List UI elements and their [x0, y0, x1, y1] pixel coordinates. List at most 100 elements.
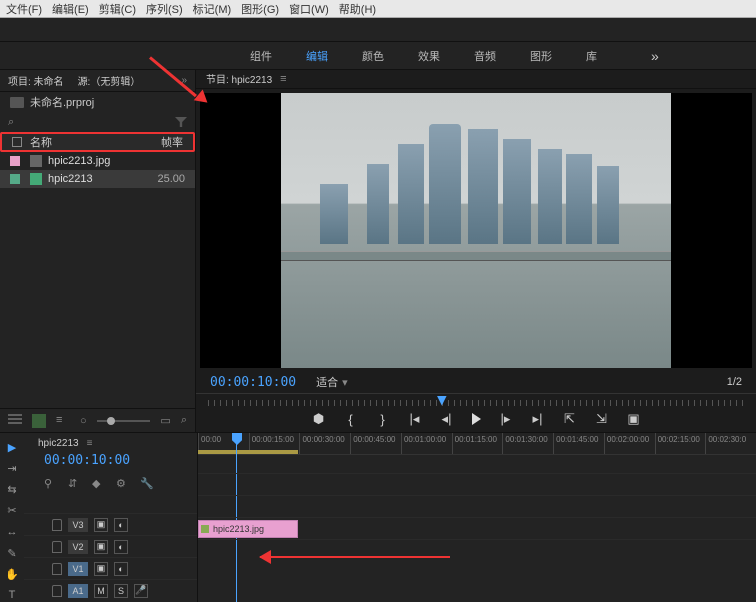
menu-clip[interactable]: 剪辑(C) [99, 1, 136, 17]
toggle-sync-icon[interactable]: ◐ [114, 562, 128, 576]
track-label[interactable]: V1 [68, 562, 88, 576]
timeline-tab[interactable]: hpic2213 [38, 438, 79, 449]
toggle-output-icon[interactable]: ▣ [94, 562, 108, 576]
go-to-out-icon[interactable]: ▸| [531, 412, 545, 426]
workspace-audio[interactable]: 音频 [474, 48, 496, 64]
resolution-dropdown[interactable]: 1/2 [727, 376, 742, 388]
in-point-icon[interactable]: { [344, 412, 358, 426]
voice-over-icon[interactable]: 🎤 [134, 584, 148, 598]
extract-icon[interactable]: ⇲ [595, 412, 609, 426]
settings-icon[interactable]: ⚙ [116, 477, 130, 491]
linked-selection-icon[interactable]: ⇵ [68, 477, 82, 491]
export-frame-icon[interactable]: ▣ [627, 412, 641, 426]
track-lane-a1[interactable] [198, 539, 756, 561]
icon-view-icon[interactable] [32, 414, 46, 428]
slip-tool-icon[interactable]: ↔ [4, 526, 20, 539]
search-icon[interactable]: ⌕ [181, 414, 187, 427]
new-bin-icon[interactable]: ▭ [160, 414, 170, 427]
lock-icon[interactable] [52, 541, 62, 553]
track-header-v2[interactable]: V2 ▣ ◐ [24, 535, 197, 557]
lock-icon[interactable] [52, 519, 62, 531]
track-lane-v1[interactable]: hpic2213.jpg [198, 517, 756, 539]
menu-marker[interactable]: 标记(M) [193, 1, 232, 17]
play-button[interactable] [472, 413, 481, 425]
mute-button[interactable]: M [94, 584, 108, 598]
checkbox[interactable] [12, 137, 22, 147]
workspace-more-icon[interactable]: » [651, 49, 659, 63]
menu-graphic[interactable]: 图形(G) [241, 1, 279, 17]
marker-icon[interactable]: ⬢ [312, 412, 326, 426]
ripple-tool-icon[interactable]: ⇆ [4, 483, 20, 496]
lock-icon[interactable] [52, 585, 62, 597]
wrench-icon[interactable]: 🔧 [140, 477, 154, 491]
monitor-viewport[interactable] [200, 93, 752, 368]
workspace-color[interactable]: 颜色 [362, 48, 384, 64]
menu-window[interactable]: 窗口(W) [289, 1, 329, 17]
project-footer: ≡ ○ ▭ ⌕ [0, 408, 195, 432]
freeform-view-icon[interactable]: ≡ [56, 414, 70, 428]
search-icon: ⌕ [8, 116, 14, 129]
zoom-out-icon[interactable]: ○ [80, 415, 87, 427]
track-header-a1[interactable]: A1 M S 🎤 [24, 579, 197, 601]
track-label[interactable]: V3 [68, 518, 88, 532]
toggle-sync-icon[interactable]: ◐ [114, 518, 128, 532]
workspace-effects[interactable]: 效果 [418, 48, 440, 64]
program-timecode[interactable]: 00:00:10:00 [210, 375, 296, 390]
menu-edit[interactable]: 编辑(E) [52, 1, 89, 17]
toggle-output-icon[interactable]: ▣ [94, 518, 108, 532]
workspace-library[interactable]: 库 [586, 48, 597, 64]
list-view-icon[interactable] [8, 414, 22, 428]
toggle-sync-icon[interactable]: ◐ [114, 540, 128, 554]
timeline-tracks[interactable]: 00:0000:00:15:00 00:00:30:0000:00:45:00 … [198, 433, 756, 602]
thumbnail-slider[interactable] [97, 420, 151, 422]
marker-icon[interactable]: ◆ [92, 477, 106, 491]
snap-icon[interactable]: ⚲ [44, 477, 58, 491]
track-lane-v2[interactable] [198, 495, 756, 517]
tab-program[interactable]: 节目: hpic2213 [206, 71, 272, 86]
filter-icon[interactable] [175, 117, 187, 127]
timeline-ruler[interactable]: 00:0000:00:15:00 00:00:30:0000:00:45:00 … [198, 433, 756, 455]
track-select-tool-icon[interactable]: ⇥ [4, 462, 20, 475]
menu-help[interactable]: 帮助(H) [339, 1, 376, 17]
razor-tool-icon[interactable]: ✂ [4, 504, 20, 517]
type-tool-icon[interactable]: T [4, 589, 20, 602]
toolbar [0, 18, 756, 42]
track-header-v3[interactable]: V3 ▣ ◐ [24, 513, 197, 535]
workspace-editing[interactable]: 编辑 [306, 48, 328, 64]
panel-more-icon[interactable]: » [181, 75, 187, 86]
lift-icon[interactable]: ⇱ [563, 412, 577, 426]
menu-sequence[interactable]: 序列(S) [146, 1, 183, 17]
panel-menu-icon[interactable]: ≡ [87, 438, 93, 449]
workspace-tabs: 组件 编辑 颜色 效果 音频 图形 库 » [0, 42, 756, 70]
track-label[interactable]: V2 [68, 540, 88, 554]
workspace-graphics[interactable]: 图形 [530, 48, 552, 64]
out-point-icon[interactable]: } [376, 412, 390, 426]
step-forward-icon[interactable]: |▸ [499, 412, 513, 426]
bin-item[interactable]: hpic2213.jpg [0, 152, 195, 170]
menu-file[interactable]: 文件(F) [6, 1, 42, 17]
tab-source[interactable]: 源:（无剪辑） [78, 73, 141, 88]
track-header-v1[interactable]: V1 ▣ ◐ [24, 557, 197, 579]
clip[interactable]: hpic2213.jpg [198, 520, 298, 538]
selection-tool-icon[interactable]: ▶ [4, 441, 20, 454]
lock-icon[interactable] [52, 563, 62, 575]
toggle-output-icon[interactable]: ▣ [94, 540, 108, 554]
tab-project[interactable]: 项目: 未命名 [8, 73, 64, 88]
mini-ruler[interactable] [196, 393, 756, 407]
fit-dropdown[interactable]: 适合 [316, 374, 338, 390]
pen-tool-icon[interactable]: ✎ [4, 547, 20, 560]
timeline-timecode[interactable]: 00:00:10:00 [24, 453, 197, 473]
workspace-assembly[interactable]: 组件 [250, 48, 272, 64]
solo-button[interactable]: S [114, 584, 128, 598]
col-name[interactable]: 名称 [30, 134, 161, 150]
panel-menu-icon[interactable]: ≡ [280, 73, 286, 85]
col-rate[interactable]: 帧率 [161, 134, 183, 150]
work-area-bar[interactable] [198, 450, 298, 454]
go-to-in-icon[interactable]: |◂ [408, 412, 422, 426]
search-input[interactable] [20, 116, 175, 128]
hand-tool-icon[interactable]: ✋ [4, 568, 20, 581]
track-lane-v3[interactable] [198, 473, 756, 495]
step-back-icon[interactable]: ◂| [440, 412, 454, 426]
track-label[interactable]: A1 [68, 584, 88, 598]
bin-item[interactable]: hpic2213 25.00 [0, 170, 195, 188]
